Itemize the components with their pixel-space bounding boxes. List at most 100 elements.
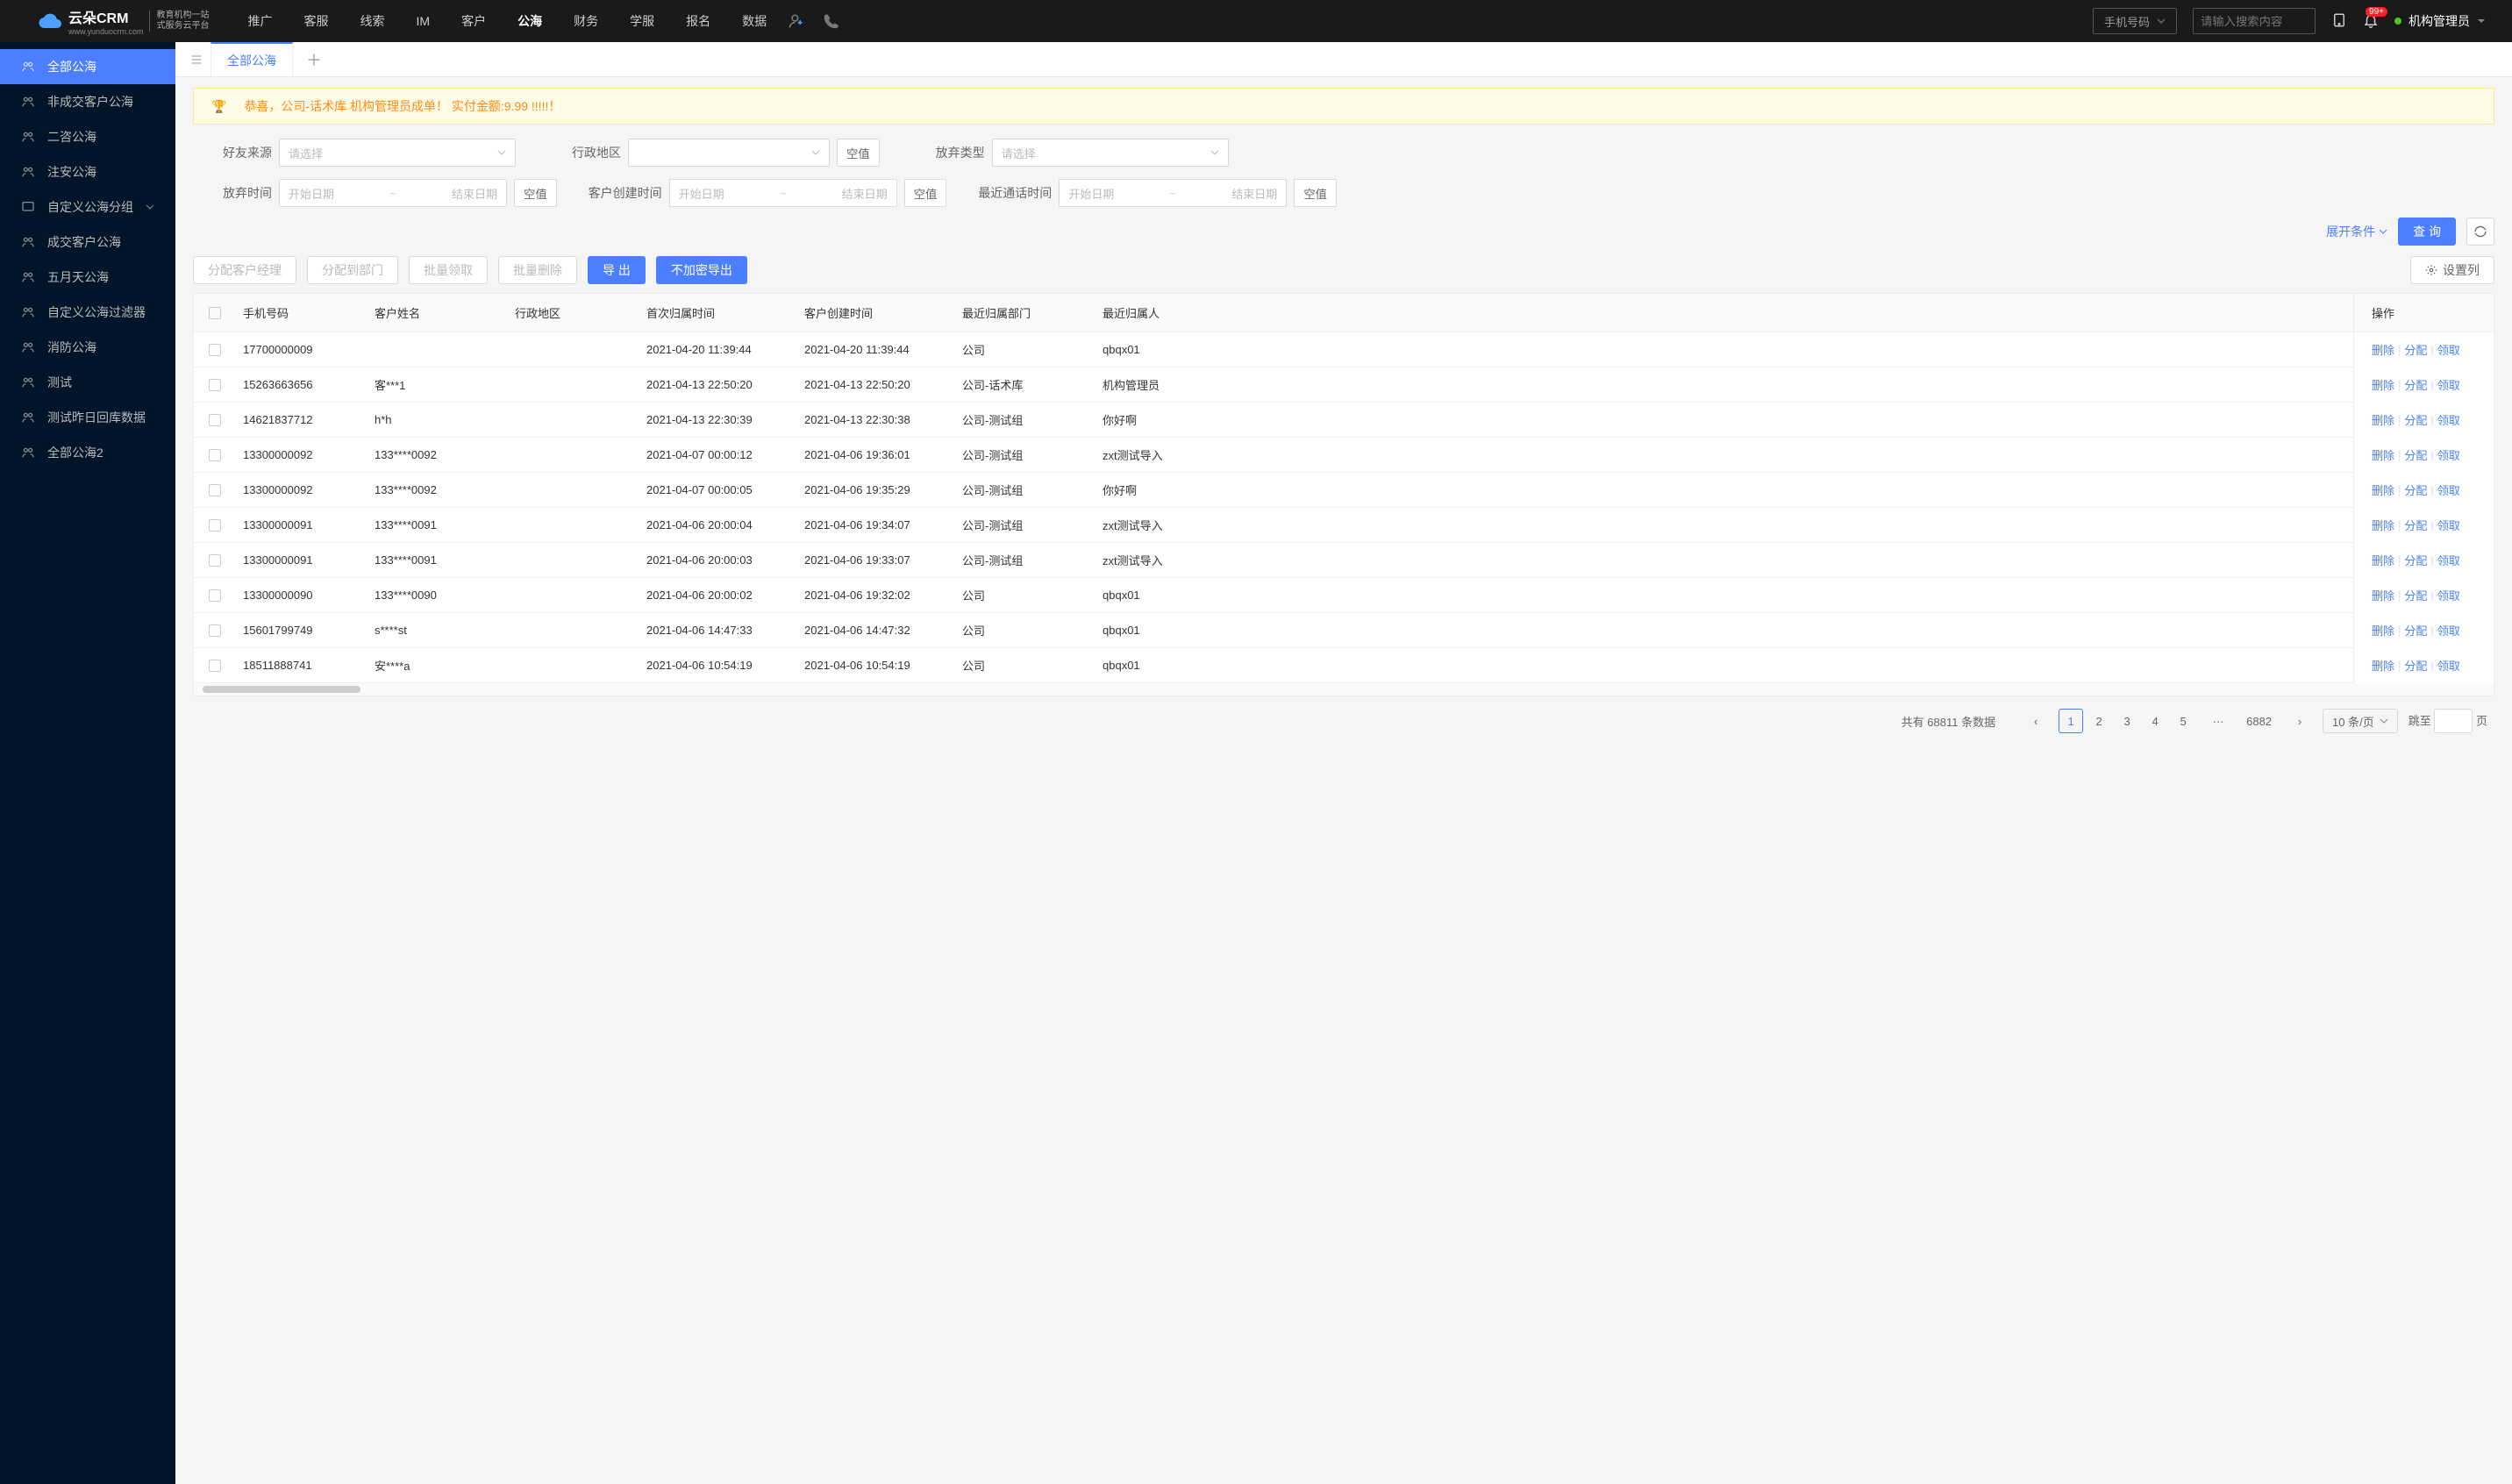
row-claim-link[interactable]: 领取: [2437, 657, 2460, 674]
filter-region-empty-button[interactable]: 空值: [837, 139, 880, 167]
set-columns-button[interactable]: 设置列: [2410, 256, 2494, 284]
filter-create-time-empty-button[interactable]: 空值: [904, 179, 947, 207]
sidebar-item-9[interactable]: 测试: [0, 365, 175, 400]
row-checkbox[interactable]: [209, 589, 221, 602]
row-assign-link[interactable]: 分配: [2404, 446, 2427, 463]
row-checkbox[interactable]: [209, 379, 221, 391]
sidebar-item-2[interactable]: 二咨公海: [0, 119, 175, 154]
sidebar-item-10[interactable]: 测试昨日回库数据: [0, 400, 175, 435]
page-number-3[interactable]: 3: [2115, 709, 2139, 733]
row-delete-link[interactable]: 删除: [2372, 482, 2394, 498]
phone-icon[interactable]: [814, 0, 849, 42]
row-claim-link[interactable]: 领取: [2437, 552, 2460, 568]
search-type-select[interactable]: 手机号码: [2093, 8, 2177, 34]
select-all-checkbox[interactable]: [209, 307, 221, 319]
batch-delete-button[interactable]: 批量删除: [498, 256, 577, 284]
filter-abandon-time-empty-button[interactable]: 空值: [514, 179, 557, 207]
row-delete-link[interactable]: 删除: [2372, 517, 2394, 533]
export-plain-button[interactable]: 不加密导出: [656, 256, 747, 284]
page-number-2[interactable]: 2: [2087, 709, 2111, 733]
sidebar-item-0[interactable]: 全部公海: [0, 49, 175, 84]
sidebar-item-3[interactable]: 注安公海: [0, 154, 175, 189]
filter-abandon-type-select[interactable]: 请选择: [992, 139, 1229, 167]
page-size-select[interactable]: 10 条/页: [2323, 709, 2398, 733]
row-assign-link[interactable]: 分配: [2404, 376, 2427, 393]
tab-list-toggle-icon[interactable]: [186, 49, 207, 70]
nav-item-8[interactable]: 报名: [674, 0, 723, 42]
sidebar-item-4[interactable]: 自定义公海分组: [0, 189, 175, 225]
nav-item-7[interactable]: 学服: [617, 0, 667, 42]
row-claim-link[interactable]: 领取: [2437, 517, 2460, 533]
nav-item-1[interactable]: 客服: [292, 0, 341, 42]
sidebar-item-7[interactable]: 自定义公海过滤器: [0, 295, 175, 330]
row-claim-link[interactable]: 领取: [2437, 341, 2460, 358]
expand-filters-link[interactable]: 展开条件: [2326, 223, 2387, 240]
row-checkbox[interactable]: [209, 344, 221, 356]
row-checkbox[interactable]: [209, 449, 221, 461]
row-delete-link[interactable]: 删除: [2372, 446, 2394, 463]
page-jump-input[interactable]: [2434, 709, 2473, 733]
nav-item-5[interactable]: 公海: [505, 0, 554, 42]
nav-item-9[interactable]: 数据: [730, 0, 779, 42]
row-checkbox[interactable]: [209, 624, 221, 637]
page-next-button[interactable]: ›: [2287, 709, 2312, 733]
row-assign-link[interactable]: 分配: [2404, 411, 2427, 428]
filter-region-select[interactable]: [628, 139, 830, 167]
user-menu[interactable]: 机构管理员: [2394, 12, 2486, 30]
filter-create-time-range[interactable]: 开始日期~结束日期: [669, 179, 897, 207]
row-claim-link[interactable]: 领取: [2437, 622, 2460, 639]
query-button[interactable]: 查 询: [2398, 218, 2456, 246]
sidebar-item-11[interactable]: 全部公海2: [0, 435, 175, 470]
filter-source-select[interactable]: 请选择: [279, 139, 516, 167]
row-delete-link[interactable]: 删除: [2372, 411, 2394, 428]
assign-dept-button[interactable]: 分配到部门: [307, 256, 398, 284]
row-assign-link[interactable]: 分配: [2404, 552, 2427, 568]
refresh-button[interactable]: [2466, 218, 2494, 246]
row-delete-link[interactable]: 删除: [2372, 376, 2394, 393]
export-button[interactable]: 导 出: [588, 256, 646, 284]
row-assign-link[interactable]: 分配: [2404, 482, 2427, 498]
row-delete-link[interactable]: 删除: [2372, 552, 2394, 568]
row-assign-link[interactable]: 分配: [2404, 587, 2427, 603]
sidebar-item-1[interactable]: 非成交客户公海: [0, 84, 175, 119]
nav-item-3[interactable]: IM: [404, 0, 443, 42]
filter-abandon-time-range[interactable]: 开始日期~结束日期: [279, 179, 507, 207]
page-number-4[interactable]: 4: [2143, 709, 2167, 733]
row-claim-link[interactable]: 领取: [2437, 587, 2460, 603]
row-delete-link[interactable]: 删除: [2372, 657, 2394, 674]
row-checkbox[interactable]: [209, 484, 221, 496]
row-assign-link[interactable]: 分配: [2404, 517, 2427, 533]
row-assign-link[interactable]: 分配: [2404, 341, 2427, 358]
row-assign-link[interactable]: 分配: [2404, 622, 2427, 639]
nav-item-0[interactable]: 推广: [236, 0, 285, 42]
page-prev-button[interactable]: ‹: [2023, 709, 2048, 733]
sidebar-item-5[interactable]: 成交客户公海: [0, 225, 175, 260]
nav-item-6[interactable]: 财务: [561, 0, 610, 42]
filter-lastcall-time-range[interactable]: 开始日期~结束日期: [1059, 179, 1287, 207]
filter-lastcall-time-empty-button[interactable]: 空值: [1294, 179, 1337, 207]
notification-bell-icon[interactable]: 99+: [2363, 12, 2379, 31]
row-claim-link[interactable]: 领取: [2437, 482, 2460, 498]
row-checkbox[interactable]: [209, 519, 221, 532]
tab-add-button[interactable]: ＋: [296, 42, 332, 77]
row-assign-link[interactable]: 分配: [2404, 657, 2427, 674]
nav-item-2[interactable]: 线索: [348, 0, 397, 42]
page-number-1[interactable]: 1: [2059, 709, 2083, 733]
sidebar-item-6[interactable]: 五月天公海: [0, 260, 175, 295]
row-claim-link[interactable]: 领取: [2437, 411, 2460, 428]
row-delete-link[interactable]: 删除: [2372, 622, 2394, 639]
tablet-icon[interactable]: [2331, 12, 2347, 31]
horizontal-scrollbar[interactable]: [194, 683, 2494, 696]
batch-claim-button[interactable]: 批量领取: [409, 256, 488, 284]
add-user-icon[interactable]: [779, 0, 814, 42]
assign-manager-button[interactable]: 分配客户经理: [193, 256, 296, 284]
sidebar-item-8[interactable]: 消防公海: [0, 330, 175, 365]
row-delete-link[interactable]: 删除: [2372, 587, 2394, 603]
page-number-5[interactable]: 5: [2171, 709, 2195, 733]
tab-0[interactable]: 全部公海: [211, 42, 293, 77]
row-claim-link[interactable]: 领取: [2437, 446, 2460, 463]
row-checkbox[interactable]: [209, 660, 221, 672]
row-claim-link[interactable]: 领取: [2437, 376, 2460, 393]
page-last-button[interactable]: 6882: [2241, 709, 2277, 733]
row-checkbox[interactable]: [209, 554, 221, 567]
